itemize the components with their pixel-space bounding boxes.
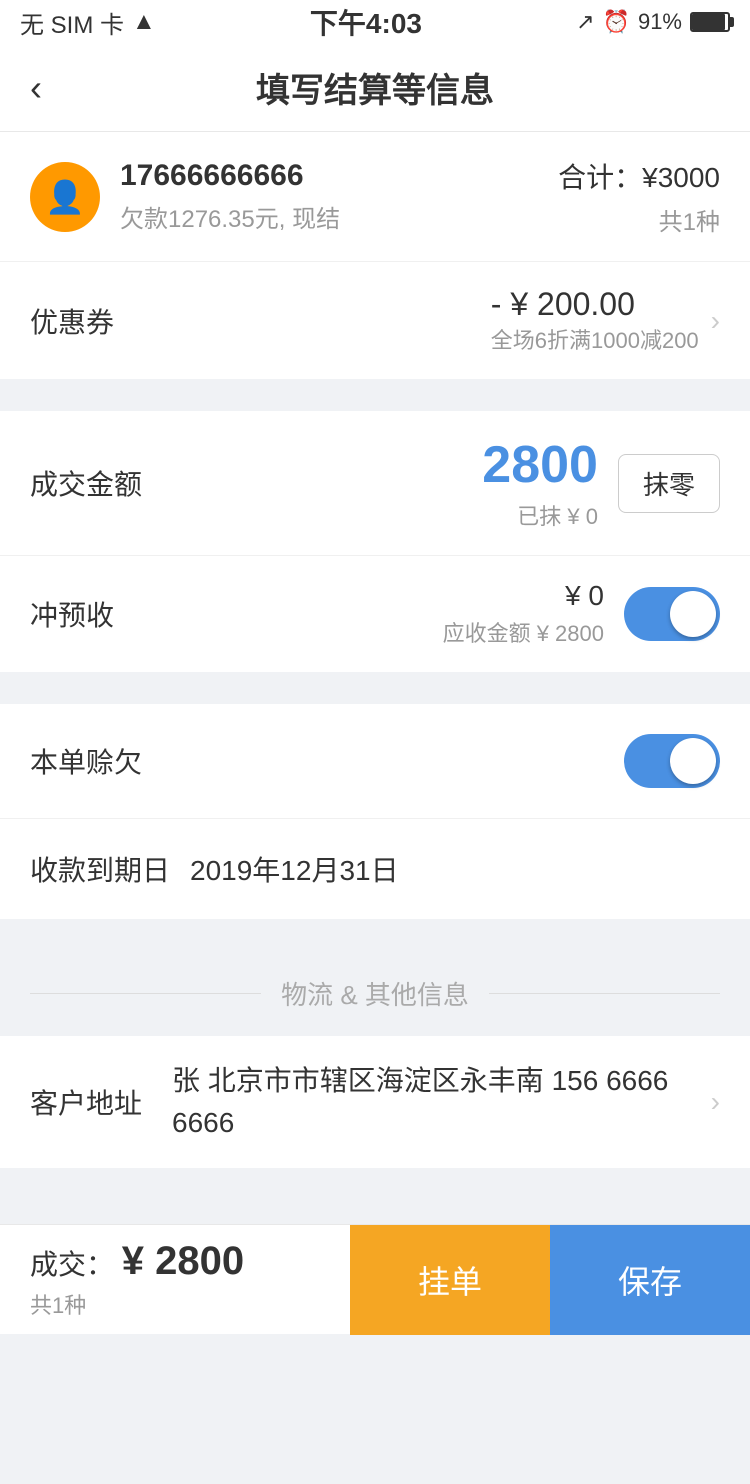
location-icon: ↗ xyxy=(576,9,594,35)
customer-left: 👤 17666666666 欠款1276.35元, 现结 xyxy=(30,159,340,234)
deal-amount-card: 成交金额 2800 已抹 ¥ 0 抹零 冲预收 ¥ 0 应收金额 ¥ 2800 xyxy=(0,411,750,672)
deal-sub-text: 已抹 ¥ 0 xyxy=(482,499,598,531)
logistics-line-left xyxy=(30,993,261,994)
customer-right: 合计：¥3000 共1种 xyxy=(558,156,720,237)
address-label: 客户地址 xyxy=(30,1082,142,1122)
customer-info: 17666666666 欠款1276.35元, 现结 xyxy=(120,159,340,234)
status-left: 无 SIM 卡 ▲ xyxy=(20,5,156,40)
total-amount: 合计：¥3000 xyxy=(558,156,720,196)
status-bar: 无 SIM 卡 ▲ 下午4:03 ↗ ⏰ 91% xyxy=(0,0,750,44)
total-count: 共1种 xyxy=(558,202,720,237)
bottom-deal-line: 成交： ¥ 2800 xyxy=(30,1239,320,1284)
section-divider-1 xyxy=(0,395,750,411)
deal-amount-row: 成交金额 2800 已抹 ¥ 0 抹零 xyxy=(0,411,750,555)
customer-phone: 17666666666 xyxy=(120,159,340,193)
customer-subtext: 欠款1276.35元, 现结 xyxy=(120,199,340,234)
address-chevron-icon: › xyxy=(711,1086,720,1118)
pending-button[interactable]: 挂单 xyxy=(350,1225,550,1335)
section-divider-3 xyxy=(0,935,750,951)
prepayment-subtext: 应收金额 ¥ 2800 xyxy=(443,616,604,648)
coupon-description: 全场6折满1000减200 xyxy=(491,323,699,355)
round-off-button[interactable]: 抹零 xyxy=(618,454,720,513)
bottom-count: 共1种 xyxy=(30,1288,320,1320)
back-button[interactable]: ‹ xyxy=(30,67,42,109)
debt-toggle-knob xyxy=(670,738,716,784)
logistics-label: 物流 & 其他信息 xyxy=(281,975,469,1012)
prepayment-value: ¥ 0 xyxy=(443,580,604,612)
prepayment-toggle[interactable] xyxy=(624,587,720,641)
avatar: 👤 xyxy=(30,162,100,232)
due-date-row: 收款到期日 2019年12月31日 xyxy=(0,818,750,919)
bottom-summary: 成交： ¥ 2800 共1种 xyxy=(0,1239,350,1320)
bottom-bar: 成交： ¥ 2800 共1种 挂单 保存 xyxy=(0,1224,750,1334)
due-date-value: 2019年12月31日 xyxy=(190,849,399,889)
prepayment-label: 冲预收 xyxy=(30,594,114,634)
battery-text: 91% xyxy=(638,9,682,35)
prepayment-value-wrap: ¥ 0 应收金额 ¥ 2800 xyxy=(443,580,604,648)
bottom-deal-label: 成交： xyxy=(30,1249,114,1280)
avatar-icon: 👤 xyxy=(45,178,85,216)
deal-right: 2800 已抹 ¥ 0 抹零 xyxy=(482,435,720,531)
coupon-right: - ¥ 200.00 全场6折满1000减200 › xyxy=(491,286,720,355)
logistics-line-right xyxy=(489,993,720,994)
carrier-text: 无 SIM 卡 xyxy=(20,5,124,40)
logistics-section-header: 物流 & 其他信息 xyxy=(0,951,750,1036)
bottom-amount: ¥ 2800 xyxy=(122,1239,244,1283)
debt-row: 本单赊欠 xyxy=(0,704,750,818)
address-row[interactable]: 客户地址 张 北京市市辖区海淀区永丰南 156 6666 6666 › xyxy=(0,1036,750,1168)
alarm-icon: ⏰ xyxy=(603,9,630,35)
status-right: ↗ ⏰ 91% xyxy=(576,9,730,35)
coupon-discount: - ¥ 200.00 xyxy=(491,286,699,323)
deal-amount-value: 2800 xyxy=(482,435,598,495)
coupon-row[interactable]: 优惠券 - ¥ 200.00 全场6折满1000减200 › xyxy=(0,261,750,379)
section-divider-2 xyxy=(0,688,750,704)
coupon-label: 优惠券 xyxy=(30,301,114,341)
toggle-knob xyxy=(670,591,716,637)
save-button[interactable]: 保存 xyxy=(550,1225,750,1335)
address-value: 张 北京市市辖区海淀区永丰南 156 6666 6666 xyxy=(172,1060,711,1144)
page-title: 填写结算等信息 xyxy=(256,63,494,112)
prepayment-row: 冲预收 ¥ 0 应收金额 ¥ 2800 xyxy=(0,555,750,672)
battery-icon xyxy=(690,12,730,32)
due-date-label: 收款到期日 xyxy=(30,849,170,889)
time-display: 下午4:03 xyxy=(310,2,422,42)
debt-label: 本单赊欠 xyxy=(30,741,142,781)
debt-toggle[interactable] xyxy=(624,734,720,788)
deal-amount-label: 成交金额 xyxy=(30,463,142,503)
wifi-icon: ▲ xyxy=(132,8,156,36)
chevron-right-icon: › xyxy=(711,305,720,337)
deal-value-wrap: 2800 已抹 ¥ 0 xyxy=(482,435,598,531)
customer-row: 👤 17666666666 欠款1276.35元, 现结 合计：¥3000 共1… xyxy=(0,132,750,261)
customer-card: 👤 17666666666 欠款1276.35元, 现结 合计：¥3000 共1… xyxy=(0,132,750,379)
debt-card: 本单赊欠 收款到期日 2019年12月31日 xyxy=(0,704,750,919)
address-card: 客户地址 张 北京市市辖区海淀区永丰南 156 6666 6666 › xyxy=(0,1036,750,1168)
prepayment-right: ¥ 0 应收金额 ¥ 2800 xyxy=(443,580,720,648)
page-header: ‹ 填写结算等信息 xyxy=(0,44,750,132)
